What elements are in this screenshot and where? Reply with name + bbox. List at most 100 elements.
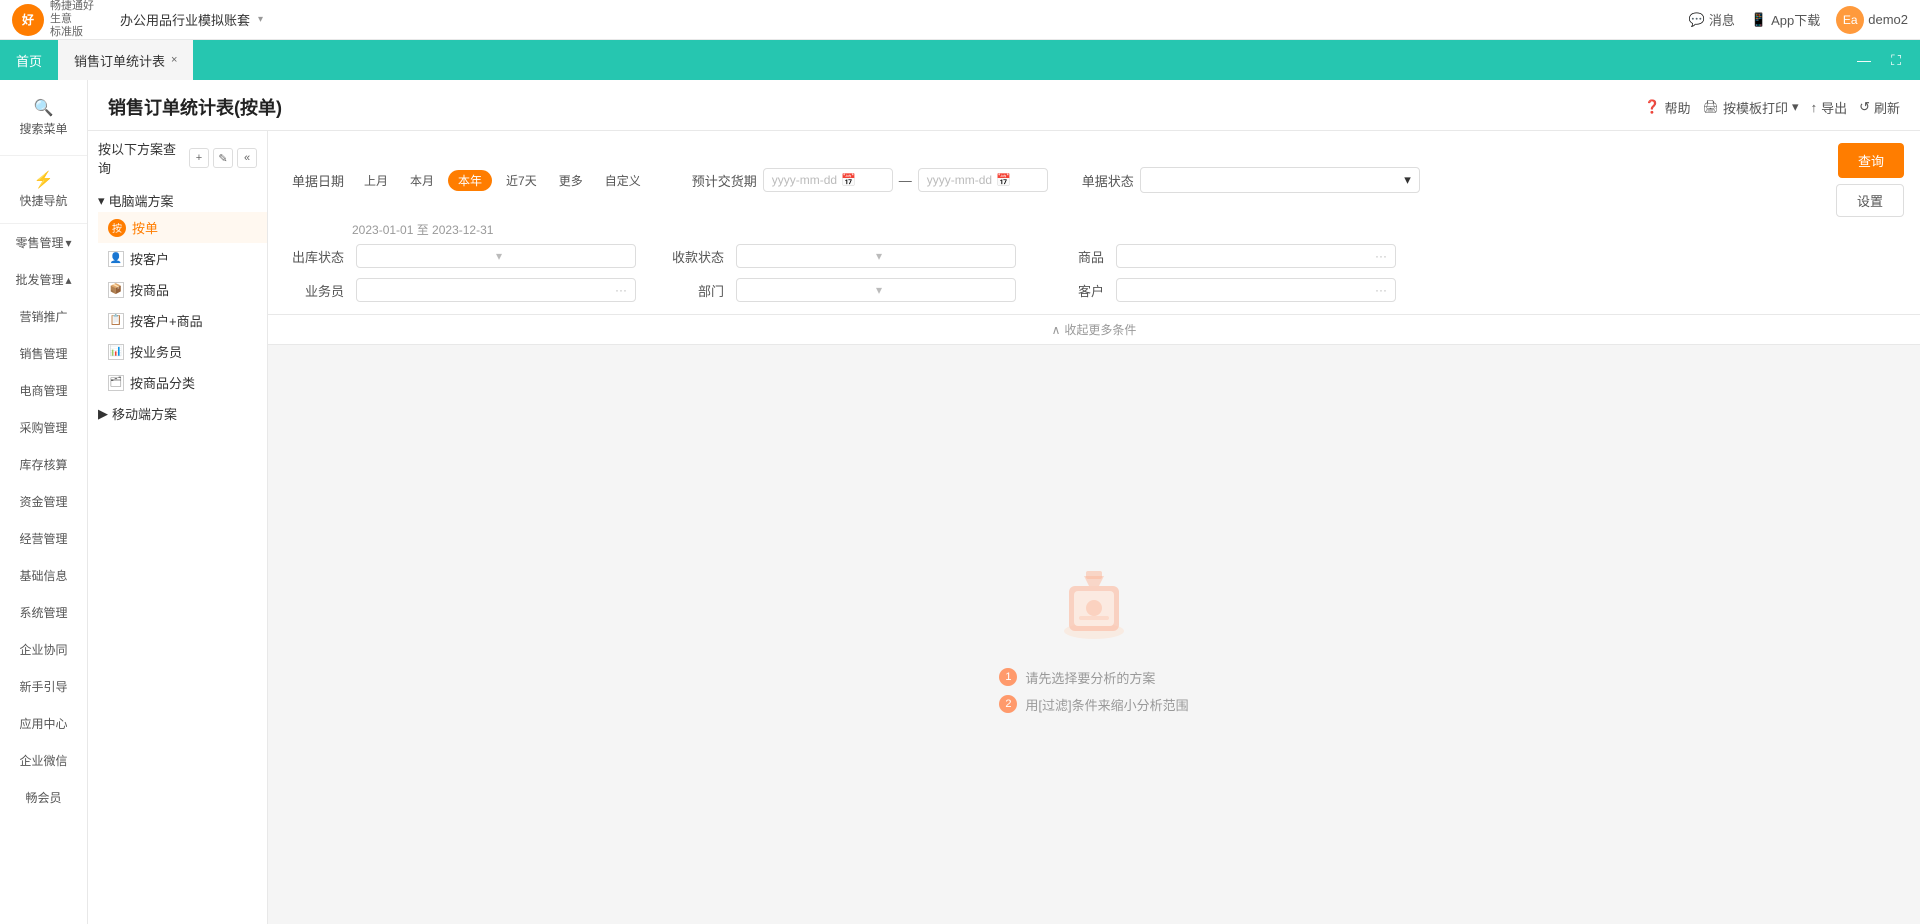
ship-status-select[interactable]: ▾ bbox=[356, 244, 636, 268]
tab-home[interactable]: 首页 bbox=[0, 40, 58, 80]
department-select[interactable]: ▾ bbox=[736, 278, 1016, 302]
sidebar-ops-label: 经营管理 bbox=[19, 530, 67, 547]
edit-scheme-button[interactable]: ✎ bbox=[213, 148, 233, 168]
scheme-icon-cat: 🗂 bbox=[108, 375, 124, 391]
sidebar-item-ops[interactable]: 经营管理 bbox=[0, 520, 87, 557]
salesperson-label: 业务员 bbox=[284, 281, 344, 300]
salesperson-input[interactable]: ··· bbox=[356, 278, 636, 302]
export-button[interactable]: ↑ 导出 bbox=[1811, 98, 1848, 117]
empty-state: 1 请先选择要分析的方案 2 用[过滤]条件来缩小分析范围 bbox=[268, 345, 1920, 924]
page-actions: ❓ 帮助 🖨 按模板打印 ▾ ↑ 导出 ↺ 刷新 bbox=[1644, 98, 1900, 117]
right-panel: 单据日期 上月 本月 本年 近7天 更多 自定义 预计交货期 bbox=[268, 131, 1920, 924]
sidebar-item-wechat[interactable]: 企业微信 bbox=[0, 742, 87, 779]
sidebar-item-newbie[interactable]: 新手引导 bbox=[0, 668, 87, 705]
left-panel-title: 按以下方案查询 bbox=[98, 139, 185, 177]
salesperson-dots-icon[interactable]: ··· bbox=[615, 283, 627, 297]
sidebar-item-finance[interactable]: 资金管理 bbox=[0, 483, 87, 520]
tip-num-1: 1 bbox=[999, 668, 1017, 686]
expand-icon: ▾ bbox=[98, 193, 105, 209]
tab-minimize-button[interactable]: — bbox=[1852, 48, 1876, 72]
print-arrow-icon: ▾ bbox=[1792, 99, 1799, 115]
sidebar-item-inventory[interactable]: 库存核算 bbox=[0, 446, 87, 483]
sidebar-item-purchase[interactable]: 采购管理 bbox=[0, 409, 87, 446]
collapse-panel-button[interactable]: « bbox=[237, 148, 257, 168]
empty-tips: 1 请先选择要分析的方案 2 用[过滤]条件来缩小分析范围 bbox=[999, 668, 1188, 714]
payment-status-select[interactable]: ▾ bbox=[736, 244, 1016, 268]
tab-close-button[interactable]: × bbox=[171, 54, 177, 66]
sidebar-item-wholesale[interactable]: 批发管理 ▴ bbox=[0, 261, 87, 298]
sidebar-item-retail[interactable]: 零售管理 ▾ bbox=[0, 224, 87, 261]
user-avatar-area[interactable]: Ea demo2 bbox=[1836, 6, 1908, 34]
pc-scheme-group: ▾ 电脑端方案 bbox=[88, 185, 267, 212]
sidebar-item-collab[interactable]: 企业协同 bbox=[0, 631, 87, 668]
tab-bar: 首页 销售订单统计表 × — ⛶ bbox=[0, 40, 1920, 80]
refresh-button[interactable]: ↺ 刷新 bbox=[1859, 98, 1900, 117]
sidebar-item-sales-mgmt[interactable]: 销售管理 bbox=[0, 335, 87, 372]
sidebar-item-search[interactable]: 🔍 搜索菜单 bbox=[0, 88, 87, 147]
scheme-item-by-customer[interactable]: 👤 按客户 bbox=[98, 243, 267, 274]
add-scheme-button[interactable]: + bbox=[189, 148, 209, 168]
doc-status-arrow-icon: ▾ bbox=[1404, 172, 1411, 188]
date-btn-last-month[interactable]: 上月 bbox=[356, 169, 396, 192]
export-icon: ↑ bbox=[1811, 100, 1818, 115]
sidebar-apps-label: 应用中心 bbox=[19, 715, 67, 732]
workspace-name: 办公用品行业模拟账套 bbox=[120, 10, 250, 29]
tab-sales-order-stats[interactable]: 销售订单统计表 × bbox=[58, 40, 193, 80]
app-download-button[interactable]: 📱 App下载 bbox=[1751, 10, 1820, 29]
date-btn-this-year[interactable]: 本年 bbox=[448, 170, 492, 191]
customer-input[interactable]: ··· bbox=[1116, 278, 1396, 302]
left-panel-header: 按以下方案查询 + ✎ « bbox=[88, 131, 267, 185]
goods-input[interactable]: ··· bbox=[1116, 244, 1396, 268]
date-btn-this-month[interactable]: 本月 bbox=[402, 169, 442, 192]
scheme-item-by-customer-goods[interactable]: 📋 按客户+商品 bbox=[98, 305, 267, 336]
sidebar-quicknav-label: 快捷导航 bbox=[19, 192, 67, 209]
department-arrow-icon: ▾ bbox=[876, 283, 1007, 297]
ship-status-arrow-icon: ▾ bbox=[496, 249, 627, 263]
scheme-item-by-order[interactable]: 按 按单 bbox=[98, 212, 267, 243]
date-dash: — bbox=[899, 173, 912, 188]
date-btn-custom[interactable]: 自定义 bbox=[597, 169, 649, 192]
filter-row-3: 业务员 ··· 部门 ▾ 客户 bbox=[284, 278, 1904, 302]
goods-dots-icon[interactable]: ··· bbox=[1375, 249, 1387, 263]
query-button[interactable]: 查询 bbox=[1838, 143, 1904, 178]
sidebar-wholesale-label: 批发管理 bbox=[15, 271, 63, 288]
left-filter-panel: 按以下方案查询 + ✎ « ▾ 电脑端方案 按 按单 bbox=[88, 131, 268, 924]
sidebar-item-member[interactable]: 畅会员 bbox=[0, 779, 87, 816]
sidebar-item-quicknav[interactable]: ⚡ 快捷导航 bbox=[0, 160, 87, 219]
collapse-label: ∧ 收起更多条件 bbox=[1052, 321, 1137, 338]
scheme-label-goods: 按商品 bbox=[130, 280, 169, 299]
content-area: 销售订单统计表(按单) ❓ 帮助 🖨 按模板打印 ▾ ↑ 导出 ↺ 刷新 bbox=[88, 80, 1920, 924]
sidebar-marketing-label: 营销推广 bbox=[19, 308, 67, 325]
customer-label: 客户 bbox=[1044, 281, 1104, 300]
date-btn-last-7-days[interactable]: 近7天 bbox=[498, 169, 545, 192]
scheme-item-by-category[interactable]: 🗂 按商品分类 bbox=[98, 367, 267, 398]
collapse-more-conditions-button[interactable]: ∧ 收起更多条件 bbox=[268, 315, 1920, 345]
scheme-icon-order: 按 bbox=[108, 219, 126, 237]
sidebar-item-basic[interactable]: 基础信息 bbox=[0, 557, 87, 594]
sidebar-item-marketing[interactable]: 营销推广 bbox=[0, 298, 87, 335]
date-label: 单据日期 bbox=[284, 171, 344, 190]
date-button-group: 上月 本月 本年 近7天 更多 自定义 bbox=[356, 169, 649, 192]
expected-date-start-input[interactable]: yyyy-mm-dd 📅 bbox=[763, 168, 893, 192]
pc-scheme-label: 电脑端方案 bbox=[109, 191, 174, 210]
scheme-item-by-goods[interactable]: 📦 按商品 bbox=[98, 274, 267, 305]
date-btn-more[interactable]: 更多 bbox=[551, 169, 591, 192]
sidebar-item-apps[interactable]: 应用中心 bbox=[0, 705, 87, 742]
settings-button[interactable]: 设置 bbox=[1836, 184, 1904, 217]
logo-area: 好 畅捷通好生意 标准版 bbox=[12, 0, 100, 39]
doc-status-select[interactable]: ▾ bbox=[1140, 167, 1420, 193]
message-button[interactable]: 💬 消息 bbox=[1689, 10, 1735, 29]
search-icon: 🔍 bbox=[34, 98, 54, 118]
page-title: 销售订单统计表(按单) bbox=[108, 94, 1644, 120]
sidebar-item-system[interactable]: 系统管理 bbox=[0, 594, 87, 631]
help-button[interactable]: ❓ 帮助 bbox=[1644, 98, 1690, 117]
workspace-arrow-icon[interactable]: ▾ bbox=[258, 14, 263, 25]
scheme-item-by-salesperson[interactable]: 📊 按业务员 bbox=[98, 336, 267, 367]
print-button[interactable]: 🖨 按模板打印 ▾ bbox=[1703, 98, 1799, 117]
tab-maximize-button[interactable]: ⛶ bbox=[1884, 48, 1908, 72]
sidebar: 🔍 搜索菜单 ⚡ 快捷导航 零售管理 ▾ 批发管理 ▴ 营销推广 销售管理 电商… bbox=[0, 80, 88, 924]
customer-dots-icon[interactable]: ··· bbox=[1375, 283, 1387, 297]
mobile-expand-icon: ▶ bbox=[98, 406, 108, 422]
sidebar-item-ecom[interactable]: 电商管理 bbox=[0, 372, 87, 409]
expected-date-end-input[interactable]: yyyy-mm-dd 📅 bbox=[918, 168, 1048, 192]
